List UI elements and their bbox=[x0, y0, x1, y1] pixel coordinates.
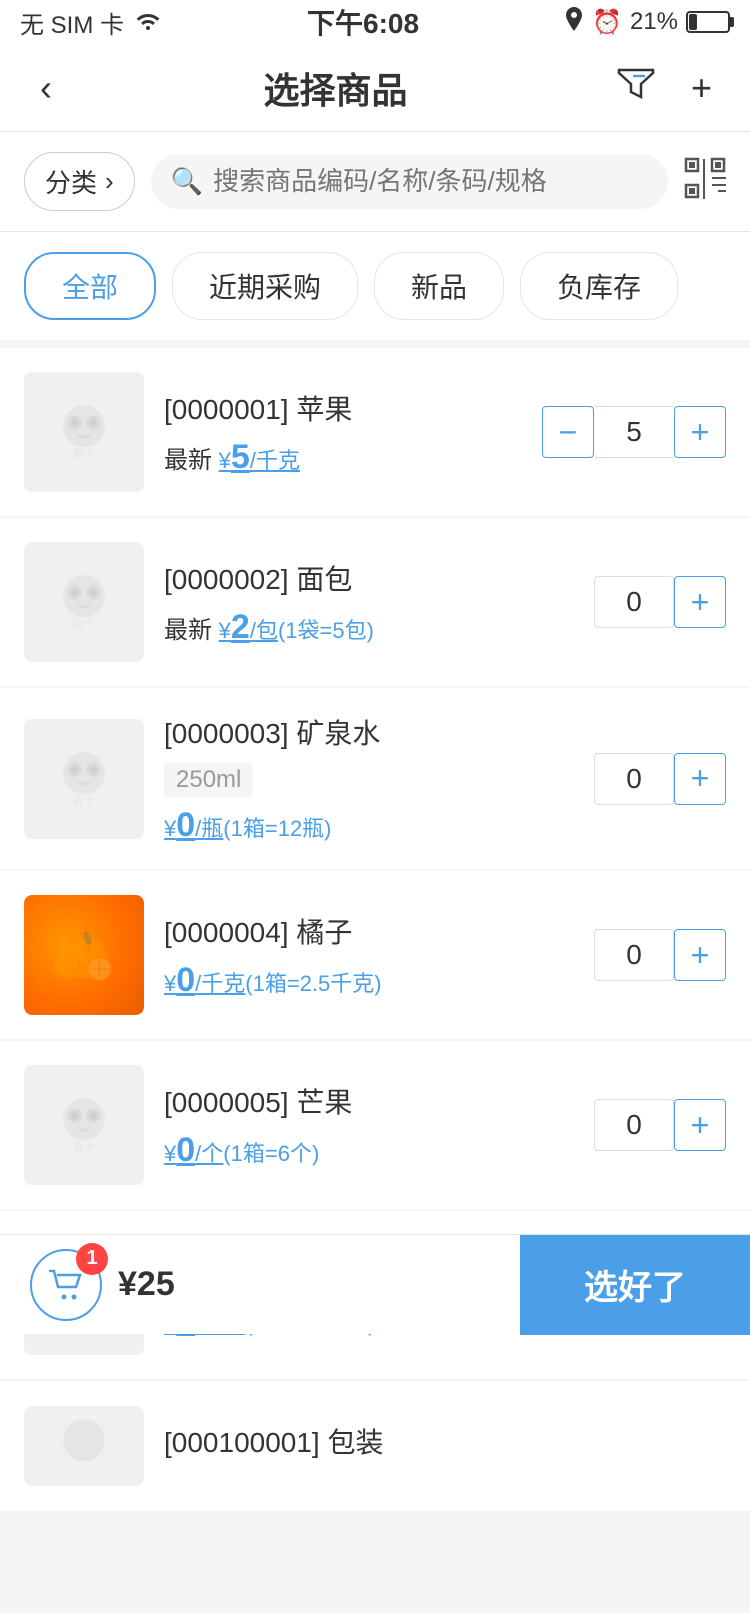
time-label: 下午6:08 bbox=[307, 2, 419, 42]
product-thumbnail bbox=[24, 1406, 144, 1486]
cart-badge: 1 bbox=[76, 1243, 108, 1275]
filter-tabs: 全部 近期采购 新品 负库存 bbox=[0, 232, 750, 348]
product-name: [0000002] 面包 bbox=[164, 558, 574, 598]
quantity-input[interactable] bbox=[594, 929, 674, 981]
battery-label: 21% bbox=[630, 8, 678, 36]
quantity-plus-button[interactable]: + bbox=[674, 753, 726, 805]
owl-logo-icon: 智十 bbox=[49, 744, 119, 814]
product-item: 智十 [0000002] 面包 最新 ¥2/包(1袋=5包) + bbox=[0, 518, 750, 686]
quantity-control: + bbox=[594, 753, 726, 805]
nav-actions: + bbox=[609, 58, 720, 117]
svg-text:智十: 智十 bbox=[72, 1140, 96, 1154]
owl-logo-icon: 智十 bbox=[49, 1090, 119, 1160]
quantity-minus-button[interactable]: − bbox=[542, 406, 594, 458]
status-bar: 无 SIM 卡 下午6:08 ⏰ 21% bbox=[0, 0, 750, 44]
product-item: 智十 [0000003] 矿泉水 250ml ¥0/瓶(1箱=12瓶) + bbox=[0, 688, 750, 869]
svg-text:智十: 智十 bbox=[72, 793, 96, 807]
owl-logo-icon bbox=[49, 1411, 119, 1481]
filter-icon[interactable] bbox=[609, 58, 663, 117]
product-thumbnail: 智十 bbox=[24, 719, 144, 839]
product-name: [0000005] 芒果 bbox=[164, 1081, 574, 1121]
svg-text:智十: 智十 bbox=[72, 447, 96, 461]
search-icon: 🔍 bbox=[171, 166, 203, 197]
product-price: ¥0/个(1箱=6个) bbox=[164, 1131, 574, 1170]
nav-bar: ‹ 选择商品 + bbox=[0, 44, 750, 132]
back-button[interactable]: ‹ bbox=[30, 57, 62, 119]
cart-total: ¥25 bbox=[118, 1265, 175, 1304]
tab-negative[interactable]: 负库存 bbox=[520, 252, 678, 320]
cart-button[interactable]: 1 bbox=[30, 1249, 102, 1321]
category-button[interactable]: 分类 › bbox=[24, 152, 135, 211]
product-name: [000100001] 包装 bbox=[164, 1421, 726, 1461]
search-input[interactable] bbox=[213, 166, 648, 197]
quantity-plus-button[interactable]: + bbox=[674, 576, 726, 628]
tab-all[interactable]: 全部 bbox=[24, 252, 156, 320]
product-price: 最新 ¥5/千克 bbox=[164, 438, 522, 477]
cart-area: 1 ¥25 bbox=[0, 1249, 520, 1321]
location-icon bbox=[564, 7, 584, 38]
quantity-input[interactable] bbox=[594, 576, 674, 628]
product-list: 智十 [0000001] 苹果 最新 ¥5/千克 − + 智十 [0000002… bbox=[0, 348, 750, 1511]
product-info: [0000004] 橘子 ¥0/千克(1箱=2.5千克) bbox=[164, 911, 574, 1000]
orange-image bbox=[24, 895, 144, 1015]
product-thumbnail bbox=[24, 895, 144, 1015]
product-item: 智十 [0000005] 芒果 ¥0/个(1箱=6个) + bbox=[0, 1041, 750, 1209]
confirm-button[interactable]: 选好了 bbox=[520, 1235, 750, 1335]
product-info: [0000001] 苹果 最新 ¥5/千克 bbox=[164, 388, 522, 477]
quantity-input[interactable] bbox=[594, 406, 674, 458]
product-item: [0000004] 橘子 ¥0/千克(1箱=2.5千克) + bbox=[0, 871, 750, 1039]
product-thumbnail: 智十 bbox=[24, 1065, 144, 1185]
tab-new[interactable]: 新品 bbox=[374, 252, 504, 320]
product-price: ¥0/瓶(1箱=12瓶) bbox=[164, 806, 574, 845]
search-area: 分类 › 🔍 bbox=[0, 132, 750, 232]
quantity-control: + bbox=[594, 1099, 726, 1151]
product-item: 智十 [0000001] 苹果 最新 ¥5/千克 − + bbox=[0, 348, 750, 516]
product-thumbnail: 智十 bbox=[24, 372, 144, 492]
owl-logo-icon: 智十 bbox=[49, 397, 119, 467]
product-price: 最新 ¥2/包(1袋=5包) bbox=[164, 608, 574, 647]
battery-icon bbox=[686, 11, 730, 33]
quantity-input[interactable] bbox=[594, 1099, 674, 1151]
status-left: 无 SIM 卡 bbox=[20, 5, 162, 40]
product-info: [0000002] 面包 最新 ¥2/包(1袋=5包) bbox=[164, 558, 574, 647]
quantity-input[interactable] bbox=[594, 753, 674, 805]
add-icon[interactable]: + bbox=[683, 59, 720, 117]
product-name: [0000004] 橘子 bbox=[164, 911, 574, 951]
quantity-control: + bbox=[594, 929, 726, 981]
quantity-control: − + bbox=[542, 406, 726, 458]
tab-recent[interactable]: 近期采购 bbox=[172, 252, 358, 320]
search-input-wrap: 🔍 bbox=[151, 154, 668, 209]
product-thumbnail: 智十 bbox=[24, 542, 144, 662]
svg-text:智十: 智十 bbox=[72, 617, 96, 631]
status-right: ⏰ 21% bbox=[564, 7, 730, 38]
product-name: [0000003] 矿泉水 bbox=[164, 712, 574, 752]
cart-icon bbox=[48, 1269, 84, 1301]
wifi-icon bbox=[134, 8, 162, 37]
page-title: 选择商品 bbox=[263, 62, 407, 114]
owl-logo-icon: 智十 bbox=[49, 567, 119, 637]
product-price: ¥0/千克(1箱=2.5千克) bbox=[164, 961, 574, 1000]
quantity-plus-button[interactable]: + bbox=[674, 929, 726, 981]
product-info: [0000005] 芒果 ¥0/个(1箱=6个) bbox=[164, 1081, 574, 1170]
alarm-icon: ⏰ bbox=[592, 8, 622, 37]
product-item: [000100001] 包装 bbox=[0, 1381, 750, 1511]
quantity-control: + bbox=[594, 576, 726, 628]
category-chevron-icon: › bbox=[105, 166, 114, 197]
product-name: [0000001] 苹果 bbox=[164, 388, 522, 428]
bottom-bar: 1 ¥25 选好了 bbox=[0, 1234, 750, 1334]
product-info: [0000003] 矿泉水 250ml ¥0/瓶(1箱=12瓶) bbox=[164, 712, 574, 845]
product-spec: 250ml bbox=[164, 762, 253, 798]
carrier-label: 无 SIM 卡 bbox=[20, 5, 124, 40]
quantity-plus-button[interactable]: + bbox=[674, 406, 726, 458]
product-info: [000100001] 包装 bbox=[164, 1421, 726, 1471]
quantity-plus-button[interactable]: + bbox=[674, 1099, 726, 1151]
category-label: 分类 bbox=[45, 163, 97, 200]
scan-icon[interactable] bbox=[684, 157, 726, 207]
